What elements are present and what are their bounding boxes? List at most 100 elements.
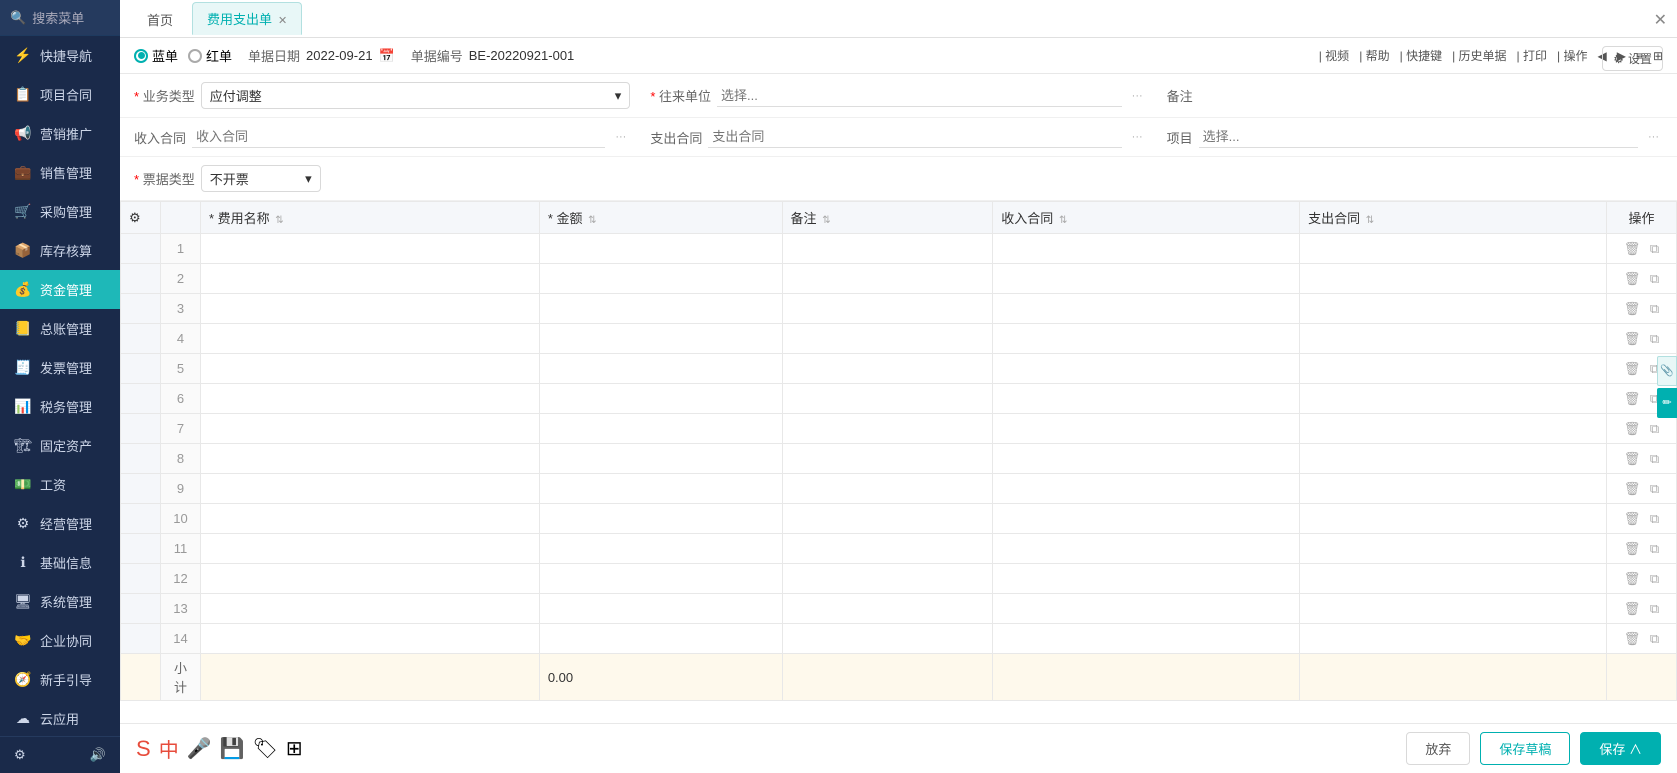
row-delete-10[interactable]: 🗑	[1624, 511, 1641, 526]
row-amount-11[interactable]	[539, 534, 782, 564]
row-income-contract-14[interactable]	[993, 624, 1300, 654]
row-copy-14[interactable]: ⧉	[1650, 631, 1659, 646]
row-expense-name-14[interactable]	[201, 624, 540, 654]
sidebar-item-capital[interactable]: 💰资金管理	[0, 270, 120, 309]
row-amount-3[interactable]	[539, 294, 782, 324]
th-amount[interactable]: * 金额 ⇅	[539, 202, 782, 234]
row-delete-8[interactable]: 🗑	[1624, 451, 1641, 466]
row-copy-1[interactable]: ⧉	[1650, 241, 1659, 256]
row-delete-7[interactable]: 🗑	[1624, 421, 1641, 436]
row-expense-contract-8[interactable]	[1300, 444, 1607, 474]
income-contract-ellipsis[interactable]: ···	[611, 131, 630, 143]
sidebar-item-inventory[interactable]: 📦库存核算	[0, 231, 120, 270]
row-amount-10[interactable]	[539, 504, 782, 534]
business-type-select[interactable]: 应付调整 ▾	[201, 82, 631, 109]
row-income-contract-4[interactable]	[993, 324, 1300, 354]
tab-expense[interactable]: 费用支出单✕	[192, 2, 302, 35]
row-note-12[interactable]	[782, 564, 993, 594]
sidebar-item-cloud[interactable]: ☁云应用	[0, 699, 120, 736]
project-ellipsis[interactable]: ···	[1644, 131, 1663, 143]
sidebar-item-ledger[interactable]: 📒总账管理	[0, 309, 120, 348]
row-note-14[interactable]	[782, 624, 993, 654]
row-income-contract-3[interactable]	[993, 294, 1300, 324]
row-copy-4[interactable]: ⧉	[1650, 331, 1659, 346]
partner-input[interactable]	[717, 85, 1122, 107]
row-delete-1[interactable]: 🗑	[1624, 241, 1641, 256]
th-gear[interactable]: ⚙	[121, 202, 161, 234]
th-expense-contract[interactable]: 支出合同 ⇅	[1300, 202, 1607, 234]
row-delete-11[interactable]: 🗑	[1624, 541, 1641, 556]
row-copy-3[interactable]: ⧉	[1650, 301, 1659, 316]
row-delete-2[interactable]: 🗑	[1624, 271, 1641, 286]
row-amount-2[interactable]	[539, 264, 782, 294]
row-delete-9[interactable]: 🗑	[1624, 481, 1641, 496]
row-expense-name-2[interactable]	[201, 264, 540, 294]
th-expense-name[interactable]: * 费用名称 ⇅	[201, 202, 540, 234]
row-note-8[interactable]	[782, 444, 993, 474]
row-note-9[interactable]	[782, 474, 993, 504]
sidebar-item-tax[interactable]: 📊税务管理	[0, 387, 120, 426]
radio-red[interactable]: 红单	[188, 46, 232, 65]
row-income-contract-5[interactable]	[993, 354, 1300, 384]
row-copy-13[interactable]: ⧉	[1650, 601, 1659, 616]
row-amount-6[interactable]	[539, 384, 782, 414]
volume-icon[interactable]: 🔊	[90, 747, 106, 763]
tab-close-expense[interactable]: ✕	[278, 15, 287, 27]
sidebar-item-guide[interactable]: 🧭新手引导	[0, 660, 120, 699]
date-value[interactable]: 2022-09-21	[306, 48, 373, 63]
row-expense-name-3[interactable]	[201, 294, 540, 324]
row-amount-1[interactable]	[539, 234, 782, 264]
invoice-type-select[interactable]: 不开票 ▾	[201, 165, 321, 192]
row-note-13[interactable]	[782, 594, 993, 624]
row-note-3[interactable]	[782, 294, 993, 324]
row-note-5[interactable]	[782, 354, 993, 384]
row-expense-contract-3[interactable]	[1300, 294, 1607, 324]
right-tab-2[interactable]: ✏	[1657, 388, 1677, 418]
sidebar-item-fixed-assets[interactable]: 🏗固定资产	[0, 426, 120, 465]
row-expense-contract-12[interactable]	[1300, 564, 1607, 594]
row-delete-12[interactable]: 🗑	[1624, 571, 1641, 586]
row-amount-14[interactable]	[539, 624, 782, 654]
expense-contract-ellipsis[interactable]: ···	[1128, 131, 1147, 143]
sidebar-item-system[interactable]: 🖥系统管理	[0, 582, 120, 621]
sidebar-item-basic-info[interactable]: ℹ基础信息	[0, 543, 120, 582]
row-delete-5[interactable]: 🗑	[1624, 361, 1641, 376]
toolbar-action-快捷键[interactable]: | 快捷键	[1400, 47, 1442, 64]
sidebar-search[interactable]: 🔍 搜索菜单	[0, 0, 120, 36]
row-note-4[interactable]	[782, 324, 993, 354]
row-income-contract-7[interactable]	[993, 414, 1300, 444]
row-amount-7[interactable]	[539, 414, 782, 444]
row-income-contract-13[interactable]	[993, 594, 1300, 624]
row-amount-9[interactable]	[539, 474, 782, 504]
sidebar-item-operations[interactable]: ⚙经营管理	[0, 504, 120, 543]
th-income-contract[interactable]: 收入合同 ⇅	[993, 202, 1300, 234]
row-expense-contract-11[interactable]	[1300, 534, 1607, 564]
sidebar-item-project-contract[interactable]: 📋项目合同	[0, 75, 120, 114]
row-copy-9[interactable]: ⧉	[1650, 481, 1659, 496]
row-expense-contract-14[interactable]	[1300, 624, 1607, 654]
row-expense-name-9[interactable]	[201, 474, 540, 504]
row-expense-name-5[interactable]	[201, 354, 540, 384]
row-note-2[interactable]	[782, 264, 993, 294]
settings-icon[interactable]: ⚙	[14, 747, 26, 763]
row-copy-2[interactable]: ⧉	[1650, 271, 1659, 286]
row-note-10[interactable]	[782, 504, 993, 534]
save-button[interactable]: 保存 ∧	[1580, 732, 1661, 765]
row-income-contract-10[interactable]	[993, 504, 1300, 534]
row-expense-contract-2[interactable]	[1300, 264, 1607, 294]
sidebar-item-sales[interactable]: 💼销售管理	[0, 153, 120, 192]
row-copy-8[interactable]: ⧉	[1650, 451, 1659, 466]
income-contract-input[interactable]	[192, 126, 605, 148]
toolbar-action-帮助[interactable]: | 帮助	[1359, 47, 1389, 64]
row-expense-contract-10[interactable]	[1300, 504, 1607, 534]
row-expense-name-1[interactable]	[201, 234, 540, 264]
row-expense-name-10[interactable]	[201, 504, 540, 534]
sidebar-item-marketing[interactable]: 📢营销推广	[0, 114, 120, 153]
row-income-contract-1[interactable]	[993, 234, 1300, 264]
row-note-7[interactable]	[782, 414, 993, 444]
sidebar-item-invoice[interactable]: 🧾发票管理	[0, 348, 120, 387]
row-delete-14[interactable]: 🗑	[1624, 631, 1641, 646]
row-expense-name-4[interactable]	[201, 324, 540, 354]
sidebar-item-payroll[interactable]: 💵工资	[0, 465, 120, 504]
row-income-contract-12[interactable]	[993, 564, 1300, 594]
